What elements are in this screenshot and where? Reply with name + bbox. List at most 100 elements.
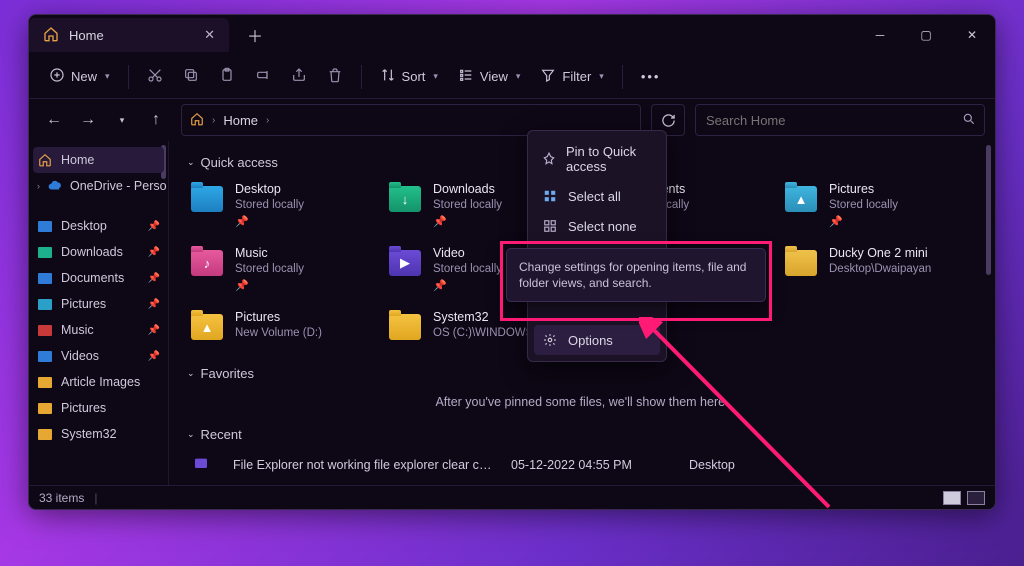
sidebar-item[interactable]: Downloads 📌 xyxy=(29,239,168,265)
folder-icon: ▲ xyxy=(783,182,819,216)
new-tab-button[interactable]: ＋ xyxy=(239,19,271,51)
folder-icon xyxy=(387,310,423,344)
tab-close[interactable]: ✕ xyxy=(204,27,215,43)
maximize-button[interactable]: ▢ xyxy=(903,15,949,55)
pin-icon: 📌 xyxy=(148,325,160,336)
breadcrumb-home[interactable]: Home xyxy=(223,113,258,128)
sidebar-item[interactable]: Pictures 📌 xyxy=(29,291,168,317)
more-icon: ••• xyxy=(641,69,661,84)
pin-icon: 📌 xyxy=(148,351,160,362)
folder-icon: ↓ xyxy=(387,182,423,216)
quick-access-item[interactable]: Desktop Stored locally 📌 xyxy=(187,178,375,232)
section-recent[interactable]: ⌄ Recent xyxy=(187,427,977,442)
pin-icon: 📌 xyxy=(148,247,160,258)
cut-icon xyxy=(147,67,163,86)
sidebar-item-label: Pictures xyxy=(61,401,106,415)
item-location: Stored locally xyxy=(235,198,304,212)
tab-label: Home xyxy=(69,28,104,43)
details-view-button[interactable] xyxy=(943,491,961,505)
search-input[interactable] xyxy=(696,105,984,135)
chevron-down-icon: ⌄ xyxy=(187,429,195,440)
recent-name: File Explorer not working file explorer … xyxy=(233,458,493,472)
sidebar-item[interactable]: Article Images xyxy=(29,369,168,395)
tiles-view-button[interactable] xyxy=(967,491,985,505)
sidebar-item[interactable]: Pictures xyxy=(29,395,168,421)
folder-icon: ▲ xyxy=(189,310,225,344)
folder-icon: ♪ xyxy=(189,246,225,280)
share-button[interactable] xyxy=(283,61,315,92)
pin-icon: 📌 xyxy=(235,215,304,228)
sidebar-item[interactable]: Videos 📌 xyxy=(29,343,168,369)
folder-icon: ▶ xyxy=(387,246,423,280)
quick-access-item[interactable]: ▲ Pictures New Volume (D:) xyxy=(187,306,375,348)
sidebar-onedrive[interactable]: › OneDrive - Perso xyxy=(29,173,168,199)
item-name: Ducky One 2 mini xyxy=(829,246,931,261)
item-name: Video xyxy=(433,246,502,261)
item-location: Stored locally xyxy=(433,262,502,276)
sidebar-item[interactable]: Desktop 📌 xyxy=(29,213,168,239)
cloud-icon xyxy=(48,178,62,194)
sidebar-home[interactable]: Home xyxy=(33,147,164,173)
sidebar-item-label: Pictures xyxy=(61,297,106,311)
forward-button[interactable]: → xyxy=(73,105,103,135)
menu-select-all[interactable]: Select all xyxy=(534,181,660,211)
see-more-menu: Pin to Quick access Select all Select no… xyxy=(527,130,667,362)
paste-button[interactable] xyxy=(211,61,243,92)
item-name: Desktop xyxy=(235,182,304,197)
item-name: Music xyxy=(235,246,304,261)
cut-button[interactable] xyxy=(139,61,171,92)
back-button[interactable]: ← xyxy=(39,105,69,135)
new-button[interactable]: New ▾ xyxy=(41,61,118,92)
view-button[interactable]: View▾ xyxy=(450,61,528,92)
history-button[interactable]: ▾ xyxy=(107,105,137,135)
folder-icon xyxy=(37,244,53,260)
sort-button[interactable]: Sort▾ xyxy=(372,61,446,92)
filter-button[interactable]: Filter▾ xyxy=(532,61,611,92)
toolbar: New ▾ Sort▾ View▾ Filter▾ ••• xyxy=(29,55,995,99)
rename-button[interactable] xyxy=(247,61,279,92)
sidebar-item[interactable]: Documents 📌 xyxy=(29,265,168,291)
menu-options[interactable]: Options xyxy=(534,325,660,355)
quick-access-item[interactable]: ▲ Pictures Stored locally 📌 xyxy=(781,178,969,232)
recent-item[interactable]: File Explorer not working file explorer … xyxy=(187,450,977,480)
file-icon xyxy=(191,456,215,474)
delete-button[interactable] xyxy=(319,61,351,92)
item-location: Stored locally xyxy=(235,262,304,276)
search-icon xyxy=(962,112,976,129)
sidebar-item[interactable]: Music 📌 xyxy=(29,317,168,343)
search-box[interactable] xyxy=(695,104,985,136)
sidebar-item[interactable]: System32 xyxy=(29,421,168,447)
pin-icon: 📌 xyxy=(148,273,160,284)
window-buttons: ─ ▢ ✕ xyxy=(857,15,995,55)
address-row: ← → ▾ ↑ › Home › xyxy=(29,99,995,141)
file-explorer-window: Home ✕ ＋ ─ ▢ ✕ New ▾ Sort▾ xyxy=(28,14,996,510)
quick-access-item[interactable]: ♪ Music Stored locally 📌 xyxy=(187,242,375,296)
copy-button[interactable] xyxy=(175,61,207,92)
menu-select-none[interactable]: Select none xyxy=(534,211,660,241)
sidebar-item-label: Videos xyxy=(61,349,99,363)
up-button[interactable]: ↑ xyxy=(141,105,171,135)
close-button[interactable]: ✕ xyxy=(949,15,995,55)
section-favorites[interactable]: ⌄ Favorites xyxy=(187,366,977,381)
item-name: System32 xyxy=(433,310,533,325)
filter-icon xyxy=(540,67,556,86)
content-scrollbar[interactable] xyxy=(986,145,991,275)
share-icon xyxy=(291,67,307,86)
quick-access-item[interactable]: Ducky One 2 mini Desktop\Dwaipayan xyxy=(781,242,969,296)
sidebar: Home › OneDrive - Perso Desktop 📌 Downlo… xyxy=(29,141,169,485)
sidebar-item-label: Desktop xyxy=(61,219,107,233)
see-more-button[interactable]: ••• xyxy=(633,63,669,90)
item-count: 33 items xyxy=(39,491,84,505)
view-icon xyxy=(458,67,474,86)
sidebar-item-label: Documents xyxy=(61,271,124,285)
minimize-button[interactable]: ─ xyxy=(857,15,903,55)
menu-pin-quick-access[interactable]: Pin to Quick access xyxy=(534,137,660,181)
grid-empty-icon xyxy=(542,218,558,234)
body: Home › OneDrive - Perso Desktop 📌 Downlo… xyxy=(29,141,995,485)
chevron-down-icon: ▾ xyxy=(599,71,604,82)
home-icon xyxy=(37,152,53,168)
plus-circle-icon xyxy=(49,67,65,86)
sidebar-item-label: Article Images xyxy=(61,375,140,389)
chevron-down-icon: ▾ xyxy=(433,71,438,82)
tab-home[interactable]: Home ✕ xyxy=(29,18,229,52)
